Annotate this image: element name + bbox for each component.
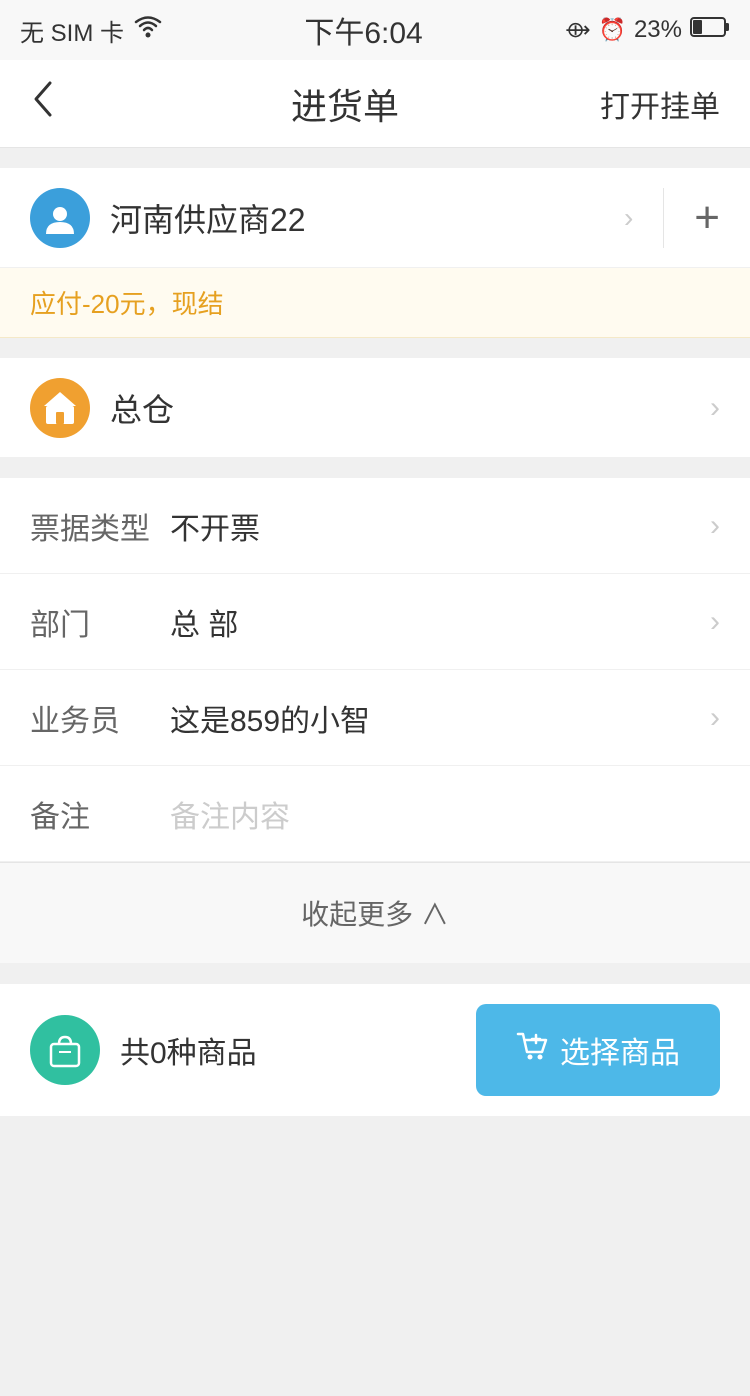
invoice-type-value: 不开票 [160,504,710,548]
select-product-button[interactable]: 选择商品 [476,1004,720,1096]
remark-row[interactable]: 备注 备注内容 [0,766,750,862]
product-count: 共0种商品 [120,1028,476,1072]
back-button[interactable] [30,79,90,128]
salesperson-arrow: › [710,701,720,735]
invoice-type-label: 票据类型 [30,504,160,548]
info-banner: 应付-20元，现结 [0,268,750,338]
supplier-name[interactable]: 河南供应商22 [110,195,624,241]
status-left: 无 SIM 卡 [20,13,162,48]
carrier-text: 无 SIM 卡 [20,13,124,48]
remark-value[interactable]: 备注内容 [160,792,720,836]
info-banner-text: 应付-20元，现结 [30,289,224,319]
status-bar: 无 SIM 卡 下午6:04 ⟴ ⏰ 23% [0,0,750,60]
location-icon: ⟴ [565,17,590,43]
warehouse-name: 总仓 [110,385,710,431]
status-time: 下午6:04 [304,8,422,52]
bottom-bar: 共0种商品 选择商品 [0,983,750,1116]
section-divider-1 [0,148,750,168]
select-product-label: 选择商品 [560,1028,680,1072]
supplier-avatar [30,188,90,248]
section-divider-3 [0,458,750,478]
department-row[interactable]: 部门 总 部 › [0,574,750,670]
salesperson-label: 业务员 [30,696,160,740]
warehouse-arrow-icon: › [710,391,720,425]
section-divider-4 [0,963,750,983]
warehouse-icon [30,378,90,438]
nav-bar: 进货单 打开挂单 [0,60,750,148]
product-icon [30,1015,100,1085]
warehouse-section[interactable]: 总仓 › [0,358,750,458]
alarm-icon: ⏰ [599,17,626,43]
department-arrow: › [710,605,720,639]
form-section: 票据类型 不开票 › 部门 总 部 › 业务员 这是859的小智 › 备注 备注… [0,478,750,862]
cart-icon [516,1032,550,1069]
supplier-arrow-icon: › [624,202,633,234]
department-label: 部门 [30,600,160,644]
status-right: ⟴ ⏰ 23% [565,16,730,45]
page-title: 进货单 [291,78,399,130]
salesperson-value: 这是859的小智 [160,696,710,740]
add-supplier-button[interactable]: + [694,193,720,243]
section-divider-2 [0,338,750,358]
open-pending-button[interactable]: 打开挂单 [600,82,720,126]
collapse-button[interactable]: 收起更多 ∧ [0,862,750,963]
department-value: 总 部 [160,600,710,644]
supplier-section: 河南供应商22 › + [0,168,750,268]
salesperson-row[interactable]: 业务员 这是859的小智 › [0,670,750,766]
invoice-type-row[interactable]: 票据类型 不开票 › [0,478,750,574]
battery-text: 23% [634,16,682,44]
lower-gray-area [0,1116,750,1396]
battery-icon [690,16,730,45]
remark-label: 备注 [30,792,160,836]
invoice-type-arrow: › [710,509,720,543]
wifi-icon [134,16,162,45]
supplier-divider [663,188,664,248]
